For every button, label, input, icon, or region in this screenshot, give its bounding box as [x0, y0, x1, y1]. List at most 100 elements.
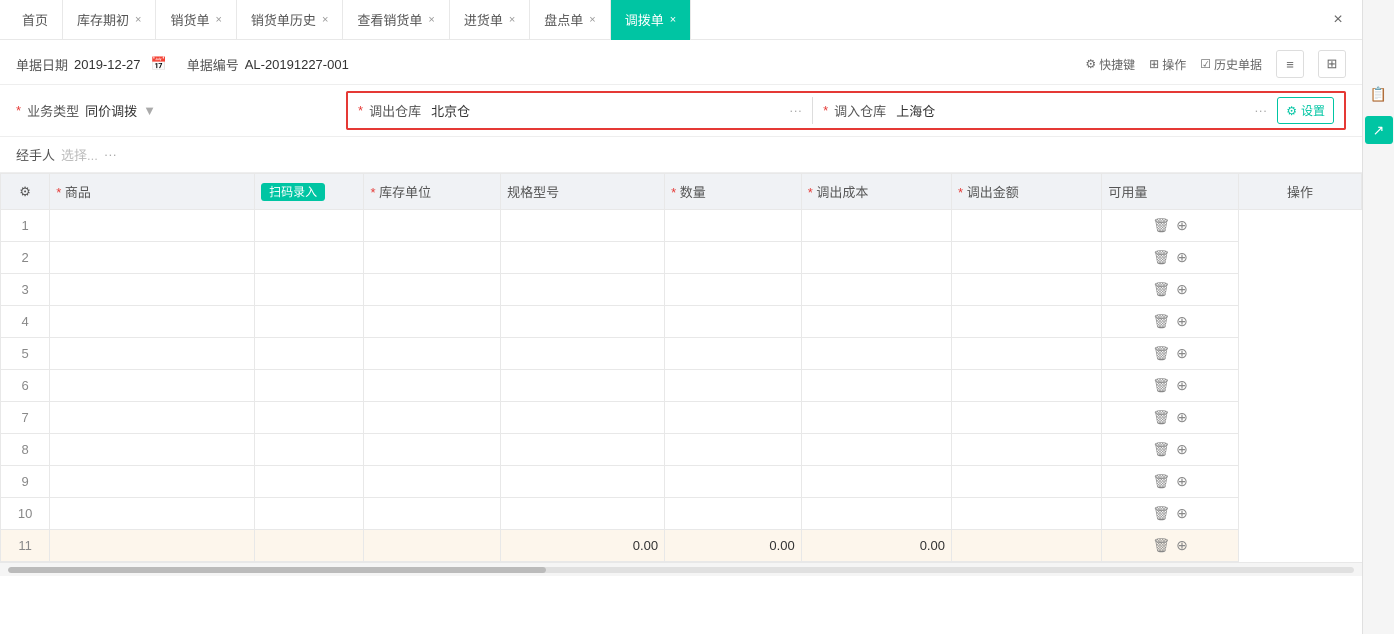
copy-icon[interactable]: ⊕ [1176, 345, 1188, 362]
spec-cell[interactable] [364, 402, 501, 434]
cost-cell[interactable] [665, 498, 802, 530]
qty-cell[interactable] [501, 210, 665, 242]
delete-icon[interactable]: 🗑 [1152, 313, 1170, 330]
delete-icon[interactable]: 🗑 [1152, 377, 1170, 394]
delete-icon[interactable]: 🗑 [1152, 473, 1170, 490]
close-icon[interactable]: × [135, 14, 141, 26]
copy-icon[interactable]: ⊕ [1176, 281, 1188, 298]
tab-sales-history[interactable]: 销货单历史 × [237, 0, 343, 40]
warehouse-in-value[interactable]: 上海仓 [896, 101, 935, 120]
close-all-tabs-button[interactable]: × [1322, 4, 1354, 36]
delete-icon[interactable]: 🗑 [1152, 409, 1170, 426]
amount-cell[interactable] [801, 498, 951, 530]
amount-cell[interactable] [801, 466, 951, 498]
available-cell[interactable] [952, 402, 1102, 434]
scroll-track[interactable] [8, 567, 1354, 573]
operator-input[interactable]: 选择... [61, 145, 98, 164]
amount-cell[interactable] [801, 370, 951, 402]
qty-cell[interactable] [501, 466, 665, 498]
close-icon[interactable]: × [670, 14, 676, 26]
cost-cell[interactable] [665, 210, 802, 242]
col-settings-header[interactable]: ⚙ [1, 174, 50, 210]
qty-cell[interactable] [501, 242, 665, 274]
copy-icon[interactable]: ⊕ [1176, 377, 1188, 394]
amount-cell[interactable] [801, 434, 951, 466]
qty-cell[interactable] [501, 402, 665, 434]
unit-cell[interactable] [255, 466, 364, 498]
cost-cell[interactable] [665, 466, 802, 498]
copy-icon[interactable]: ⊕ [1176, 537, 1188, 554]
spec-cell[interactable] [364, 210, 501, 242]
qty-cell[interactable] [501, 274, 665, 306]
product-cell[interactable] [50, 530, 255, 562]
calendar-icon[interactable]: 📅 [151, 56, 167, 72]
cost-cell[interactable] [665, 338, 802, 370]
product-cell[interactable] [50, 402, 255, 434]
copy-icon[interactable]: ⊕ [1176, 313, 1188, 330]
copy-icon[interactable]: ⊕ [1176, 473, 1188, 490]
copy-icon[interactable]: ⊕ [1176, 409, 1188, 426]
unit-cell[interactable] [255, 210, 364, 242]
cost-cell[interactable] [665, 434, 802, 466]
delete-icon[interactable]: 🗑 [1152, 281, 1170, 298]
shortcut-button[interactable]: ⚙ 快捷键 [1085, 56, 1135, 73]
amount-cell[interactable] [801, 242, 951, 274]
close-icon[interactable]: × [428, 14, 434, 26]
grid-view-button[interactable]: ⊞ [1318, 50, 1346, 78]
product-cell[interactable] [50, 274, 255, 306]
cost-cell[interactable] [665, 274, 802, 306]
tab-view-sales[interactable]: 查看销货单 × [343, 0, 449, 40]
tab-stocktake[interactable]: 盘点单 × [530, 0, 610, 40]
tab-sales-order[interactable]: 销货单 × [156, 0, 236, 40]
business-type-value[interactable]: 同价调拨 [85, 101, 137, 120]
cost-cell[interactable] [665, 306, 802, 338]
spec-cell[interactable] [364, 274, 501, 306]
delete-icon[interactable]: 🗑 [1152, 505, 1170, 522]
available-cell[interactable] [952, 498, 1102, 530]
product-cell[interactable] [50, 498, 255, 530]
amount-cell[interactable] [801, 274, 951, 306]
scroll-thumb[interactable] [8, 567, 546, 573]
spec-cell[interactable] [364, 338, 501, 370]
settings-button[interactable]: ⚙ 设置 [1277, 97, 1334, 124]
operation-button[interactable]: ⊞ 操作 [1149, 56, 1186, 73]
product-cell[interactable] [50, 434, 255, 466]
unit-cell[interactable] [255, 306, 364, 338]
unit-cell[interactable] [255, 498, 364, 530]
list-view-button[interactable]: ≡ [1276, 50, 1304, 78]
copy-icon[interactable]: ⊕ [1176, 249, 1188, 266]
tab-home[interactable]: 首页 [8, 0, 63, 40]
scan-button[interactable]: 扫码录入 [261, 183, 325, 201]
delete-icon[interactable]: 🗑 [1152, 537, 1170, 554]
unit-cell[interactable] [255, 242, 364, 274]
qty-cell[interactable] [501, 370, 665, 402]
copy-icon[interactable]: ⊕ [1176, 505, 1188, 522]
spec-cell[interactable] [364, 498, 501, 530]
sidebar-expand-icon[interactable]: ↗ [1365, 116, 1393, 144]
unit-cell[interactable] [255, 402, 364, 434]
unit-cell[interactable] [255, 434, 364, 466]
qty-cell[interactable] [501, 498, 665, 530]
qty-cell[interactable] [501, 306, 665, 338]
close-icon[interactable]: × [322, 14, 328, 26]
product-cell[interactable] [50, 466, 255, 498]
available-cell[interactable] [952, 434, 1102, 466]
close-icon[interactable]: × [509, 14, 515, 26]
copy-icon[interactable]: ⊕ [1176, 217, 1188, 234]
amount-cell[interactable] [801, 338, 951, 370]
tab-inventory-init[interactable]: 库存期初 × [63, 0, 156, 40]
product-cell[interactable] [50, 242, 255, 274]
copy-icon[interactable]: ⊕ [1176, 441, 1188, 458]
unit-cell[interactable] [255, 370, 364, 402]
warehouse-out-value[interactable]: 北京仓 [431, 101, 470, 120]
close-icon[interactable]: × [589, 14, 595, 26]
history-button[interactable]: ☑ 历史单据 [1200, 56, 1262, 73]
product-cell[interactable] [50, 306, 255, 338]
spec-cell[interactable] [364, 306, 501, 338]
amount-cell[interactable] [801, 402, 951, 434]
qty-cell[interactable] [501, 338, 665, 370]
cost-cell[interactable] [665, 370, 802, 402]
cost-cell[interactable] [665, 242, 802, 274]
available-cell[interactable] [952, 306, 1102, 338]
product-cell[interactable] [50, 370, 255, 402]
